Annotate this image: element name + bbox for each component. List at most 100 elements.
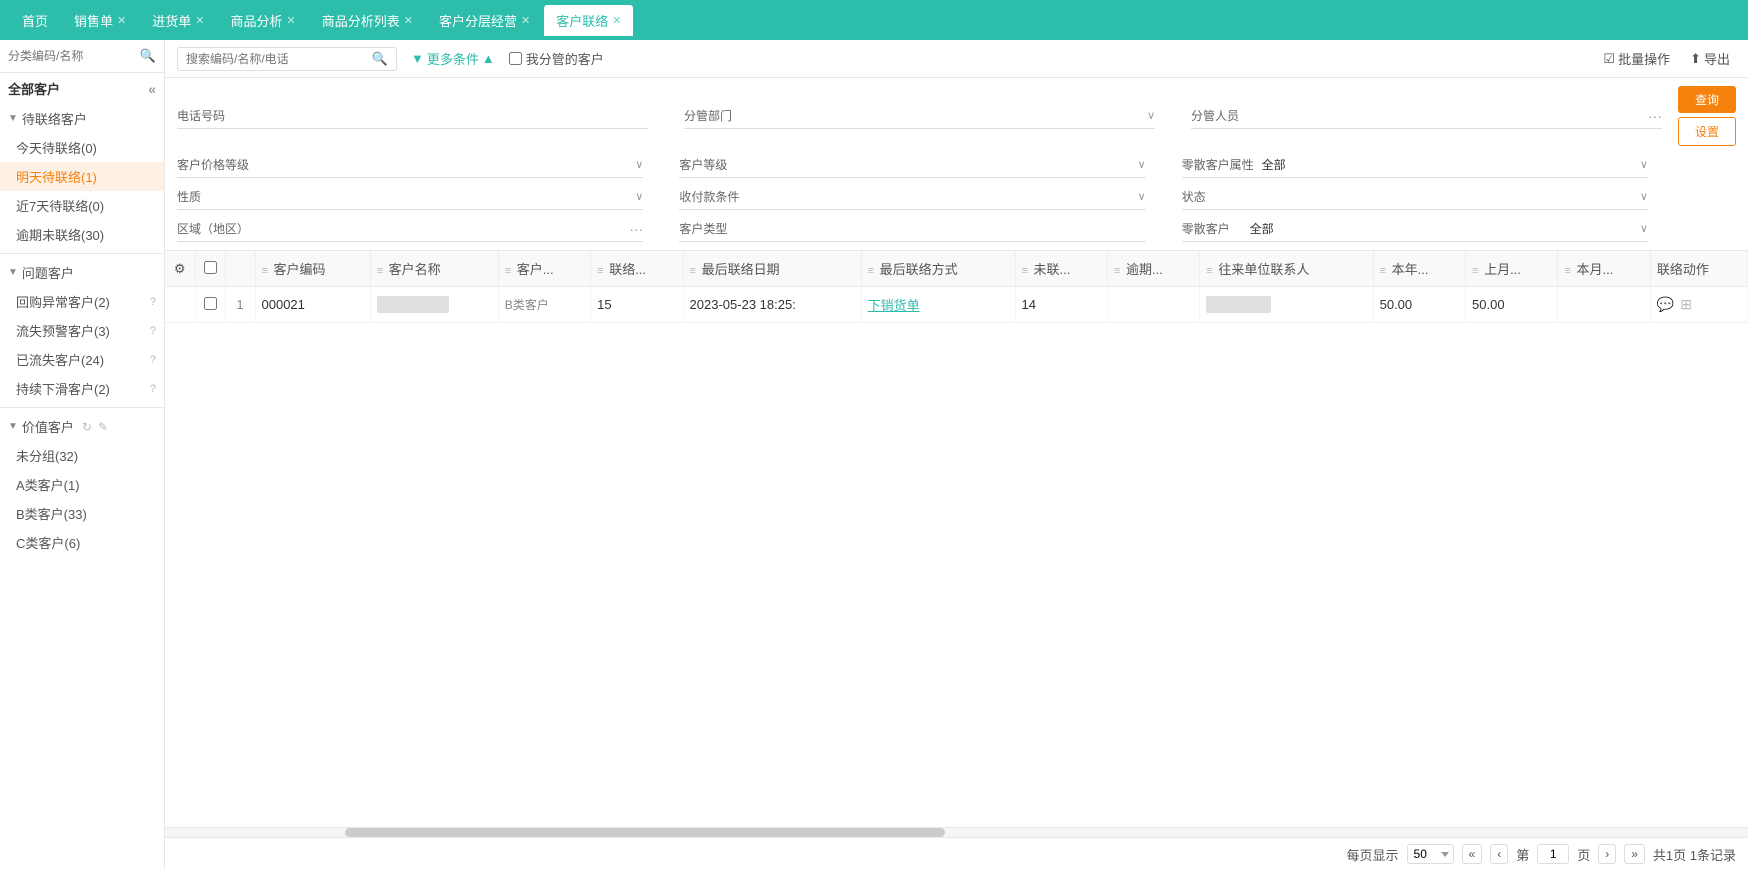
- query-button[interactable]: 查询: [1678, 86, 1736, 113]
- payment-dropdown-icon[interactable]: ∨: [1138, 190, 1146, 203]
- filter-row-2: 客户价格等级 ∨ 客户等级 ∨ 零散客户属性 全部 ∨: [177, 152, 1736, 178]
- help-icon-3[interactable]: ?: [150, 354, 156, 366]
- filter-row-4: 区域（地区） ··· 客户类型 零散客户 全部 ∨: [177, 216, 1736, 242]
- sidebar-group-value[interactable]: ▼ 价值客户 ↻ ✎: [0, 412, 164, 441]
- gear-icon[interactable]: ⚙: [174, 261, 186, 276]
- nav-customer-tier[interactable]: 客户分层经营 ✕: [427, 5, 542, 36]
- close-goods-analysis-icon[interactable]: ✕: [287, 14, 296, 27]
- nav-customer-contact[interactable]: 客户联络 ✕: [544, 5, 633, 36]
- close-purchase-icon[interactable]: ✕: [195, 14, 204, 27]
- search-icon[interactable]: 🔍: [372, 51, 388, 67]
- advanced-filter-panel: 电话号码 分管部门 ∨ 分管人员 ··· 查询 设置: [165, 78, 1748, 251]
- search-input[interactable]: [186, 52, 368, 66]
- filter-phone: 电话号码: [177, 103, 648, 129]
- filter-dept: 分管部门 ∨: [684, 103, 1155, 129]
- action-chat-icon[interactable]: 💬: [1657, 296, 1674, 313]
- th-num: [225, 251, 255, 287]
- price-level-dropdown-icon[interactable]: ∨: [635, 158, 643, 171]
- content-area: 🔍 ▼ 更多条件 ▲ 我分管的客户 ☑ 批量操作 ⬆ 导出: [165, 40, 1748, 870]
- filter-row-1: 电话号码 分管部门 ∨ 分管人员 ··· 查询 设置: [177, 86, 1736, 146]
- th-checkbox: [195, 251, 225, 287]
- table-row: 1 000021 ████ B类客户 15 2023-05-23 18:25: …: [165, 287, 1748, 323]
- th-no-contact: ≡ 未联...: [1015, 251, 1107, 287]
- help-icon-4[interactable]: ?: [150, 383, 156, 395]
- scrollbar-thumb[interactable]: [345, 828, 945, 837]
- close-sales-icon[interactable]: ✕: [117, 14, 126, 27]
- nav-goods-analysis[interactable]: 商品分析 ✕: [218, 5, 307, 36]
- filter-retail-customer: 零散客户 全部 ∨: [1182, 216, 1648, 242]
- next-page-btn[interactable]: ›: [1598, 844, 1616, 864]
- sidebar-item-churned[interactable]: 已流失客户(24) ?: [0, 345, 164, 374]
- sidebar-item-declining[interactable]: 持续下滑客户(2) ?: [0, 374, 164, 403]
- nav-purchase[interactable]: 进货单 ✕: [140, 5, 216, 36]
- sidebar-item-churn-warning[interactable]: 流失预警客户(3) ?: [0, 316, 164, 345]
- all-customers-header[interactable]: 全部客户 «: [0, 73, 164, 104]
- sidebar-item-ungrouped[interactable]: 未分组(32): [0, 441, 164, 470]
- row-code: 000021: [255, 287, 370, 323]
- my-customer-checkbox[interactable]: [509, 52, 522, 65]
- customer-level-dropdown-icon[interactable]: ∨: [1138, 158, 1146, 171]
- my-customer-checkbox-container[interactable]: 我分管的客户: [509, 49, 604, 68]
- region-ellipsis-icon[interactable]: ···: [629, 221, 643, 237]
- filter-row-3: 性质 ∨ 收付款条件 ∨ 状态 ∨: [177, 184, 1736, 210]
- sidebar-item-class-b[interactable]: B类客户(33): [0, 499, 164, 528]
- nav-sales[interactable]: 销售单 ✕: [62, 5, 138, 36]
- last-page-btn[interactable]: »: [1624, 844, 1645, 864]
- sidebar-item-7days[interactable]: 近7天待联络(0): [0, 191, 164, 220]
- row-type: B类客户: [498, 287, 590, 323]
- triangle-icon-2: ▼: [8, 267, 18, 278]
- person-ellipsis-icon[interactable]: ···: [1648, 108, 1662, 124]
- export-btn[interactable]: ⬆ 导出: [1684, 46, 1736, 71]
- row-select-checkbox[interactable]: [204, 297, 217, 310]
- status-dropdown-icon[interactable]: ∨: [1640, 190, 1648, 203]
- sidebar-item-overdue[interactable]: 逾期未联络(30): [0, 220, 164, 249]
- filter-status: 状态 ∨: [1182, 184, 1648, 210]
- action-grid-icon[interactable]: ⊞: [1680, 296, 1692, 313]
- reset-button[interactable]: 设置: [1678, 117, 1736, 146]
- row-gear: [165, 287, 195, 323]
- sidebar-search-icon[interactable]: 🔍: [140, 48, 156, 64]
- more-conditions-btn[interactable]: ▼ 更多条件 ▲: [405, 46, 501, 71]
- edit-icon[interactable]: ✎: [98, 420, 108, 434]
- filter-person: 分管人员 ···: [1191, 103, 1662, 129]
- search-box: 🔍: [177, 47, 397, 71]
- th-code: ≡ 客户编码: [255, 251, 370, 287]
- sidebar-item-today[interactable]: 今天待联络(0): [0, 133, 164, 162]
- sidebar-divider-1: [0, 253, 164, 254]
- sidebar-item-repurchase[interactable]: 回购异常客户(2) ?: [0, 287, 164, 316]
- filter-icon: ▼: [411, 51, 424, 66]
- help-icon-2[interactable]: ?: [150, 325, 156, 337]
- prev-page-btn[interactable]: ‹: [1490, 844, 1508, 864]
- checkbox-icon: ☑: [1603, 51, 1615, 67]
- dept-dropdown-icon[interactable]: ∨: [1147, 109, 1155, 122]
- sidebar-group-problem[interactable]: ▼ 问题客户: [0, 258, 164, 287]
- retail-customer-dropdown-icon[interactable]: ∨: [1640, 222, 1648, 235]
- sidebar-search-input[interactable]: [8, 49, 136, 63]
- close-goods-analysis-list-icon[interactable]: ✕: [404, 14, 413, 27]
- page-size-select[interactable]: 50 20 100: [1407, 844, 1454, 864]
- filter-bar: 🔍 ▼ 更多条件 ▲ 我分管的客户 ☑ 批量操作 ⬆ 导出: [165, 40, 1748, 78]
- close-customer-contact-icon[interactable]: ✕: [612, 14, 621, 27]
- refresh-icon[interactable]: ↻: [82, 420, 92, 434]
- row-name: ████: [370, 287, 498, 323]
- sidebar-item-class-c[interactable]: C类客户(6): [0, 528, 164, 557]
- nav-home[interactable]: 首页: [10, 5, 60, 36]
- th-overdue: ≡ 逾期...: [1107, 251, 1199, 287]
- page-number-input[interactable]: [1537, 844, 1569, 864]
- horizontal-scrollbar[interactable]: [165, 827, 1748, 837]
- sidebar-item-class-a[interactable]: A类客户(1): [0, 470, 164, 499]
- first-page-btn[interactable]: «: [1462, 844, 1483, 864]
- help-icon-1[interactable]: ?: [150, 296, 156, 308]
- nav-goods-analysis-list[interactable]: 商品分析列表 ✕: [310, 5, 425, 36]
- close-customer-tier-icon[interactable]: ✕: [521, 14, 530, 27]
- retail-attr-dropdown-icon[interactable]: ∨: [1640, 158, 1648, 171]
- row-action: 💬 ⊞: [1650, 287, 1747, 323]
- nature-dropdown-icon[interactable]: ∨: [635, 190, 643, 203]
- pagination-bar: 每页显示 50 20 100 « ‹ 第 页 › » 共1页 1条记录: [165, 837, 1748, 870]
- select-all-checkbox[interactable]: [204, 261, 217, 274]
- bulk-op-btn[interactable]: ☑ 批量操作: [1597, 46, 1676, 71]
- row-last-month: 50.00: [1466, 287, 1558, 323]
- sidebar-group-pending[interactable]: ▼ 待联络客户: [0, 104, 164, 133]
- sidebar-item-tomorrow[interactable]: 明天待联络(1): [0, 162, 164, 191]
- th-name: ≡ 客户名称: [370, 251, 498, 287]
